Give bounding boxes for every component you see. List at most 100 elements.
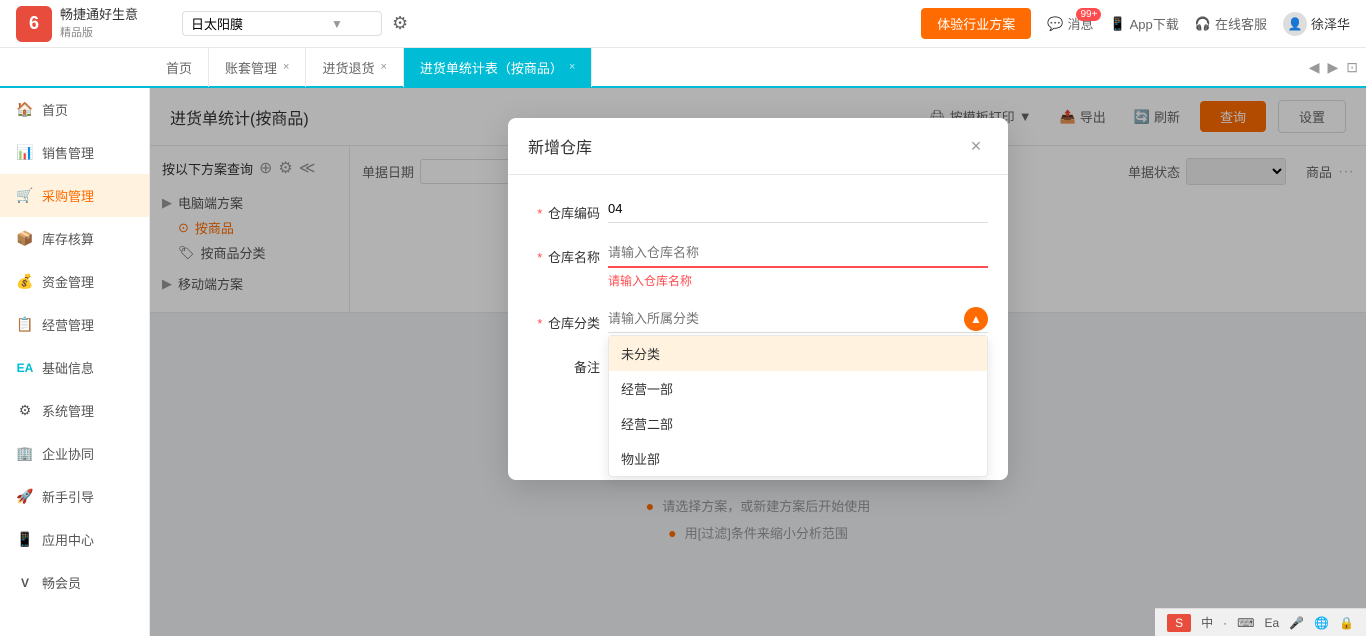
dropdown-item-dept3[interactable]: 物业部: [609, 441, 987, 476]
sidebar-item-home-label: 首页: [42, 100, 68, 119]
tab-purchase-return-close-icon[interactable]: ×: [380, 61, 386, 73]
header-actions: 体验行业方案 💬 消息 99+ 📱 App下载 🎧 在线客服 👤 徐泽华: [921, 8, 1350, 39]
sidebar-item-business[interactable]: 📋 经营管理: [0, 303, 149, 346]
logo-area: 6 畅捷通好生意 精品版: [16, 6, 166, 42]
search-box[interactable]: ▼: [182, 11, 382, 36]
modal-body: * 仓库编码 * 仓库名称: [508, 175, 1008, 413]
add-warehouse-modal: 新增仓库 × * 仓库编码: [508, 118, 1008, 480]
header-search: ▼ ⚙: [182, 11, 408, 36]
sidebar-item-home[interactable]: 🏠 首页: [0, 88, 149, 131]
message-badge: 99+: [1076, 8, 1101, 21]
settings-icon[interactable]: ⚙: [392, 13, 408, 34]
name-input[interactable]: [608, 239, 988, 268]
tab-bar: 首页 账套管理 × 进货退货 × 进货单统计表（按商品） × ◀ ▶ ⊡: [0, 48, 1366, 88]
user-avatar: 👤: [1283, 12, 1307, 36]
sidebar-item-apps-label: 应用中心: [42, 530, 94, 549]
tab-home[interactable]: 首页: [150, 47, 209, 87]
code-input[interactable]: [608, 195, 988, 223]
sidebar-item-system[interactable]: ⚙ 系统管理: [0, 389, 149, 432]
sales-icon: 📊: [16, 144, 34, 162]
tab-purchase-stats-label: 进货单统计表（按商品）: [420, 58, 563, 77]
sidebar-item-finance[interactable]: 💰 资金管理: [0, 260, 149, 303]
sidebar-item-business-label: 经营管理: [42, 315, 94, 334]
tab-expand-icon[interactable]: ⊡: [1346, 59, 1358, 76]
category-select-wrapper: ▲: [608, 305, 988, 333]
category-input[interactable]: [608, 305, 988, 333]
modal-title: 新增仓库: [528, 134, 592, 158]
tab-purchase-stats-close-icon[interactable]: ×: [569, 61, 575, 73]
search-input[interactable]: [191, 16, 331, 31]
finance-icon: 💰: [16, 273, 34, 291]
member-icon: V: [16, 574, 34, 592]
name-error-msg: 请输入仓库名称: [608, 272, 988, 289]
status-zh: 中: [1201, 614, 1213, 631]
sidebar-item-basic[interactable]: EA 基础信息: [0, 346, 149, 389]
online-service-label: 在线客服: [1215, 14, 1267, 33]
content-area: 进货单统计(按商品) 🖨 按模板打印 ▼ 📤 导出 🔄 刷新 查询 设置: [150, 88, 1366, 636]
tab-purchase-return[interactable]: 进货退货 ×: [306, 47, 403, 87]
tab-home-label: 首页: [166, 58, 192, 77]
online-service-item[interactable]: 🎧 在线客服: [1195, 14, 1267, 33]
category-dropdown: 未分类 经营一部 经营二部 物业部: [608, 335, 988, 477]
modal-close-button[interactable]: ×: [964, 134, 988, 158]
sidebar-item-member-label: 畅会员: [42, 573, 81, 592]
category-control: ▲ 未分类 经营一部 经营二部 物业部: [608, 305, 988, 333]
app-download-item[interactable]: 📱 App下载: [1109, 14, 1178, 33]
tab-accounts[interactable]: 账套管理 ×: [209, 47, 306, 87]
sidebar-item-guide[interactable]: 🚀 新手引导: [0, 475, 149, 518]
keyboard-icon[interactable]: ⌨: [1237, 616, 1254, 630]
sidebar-item-enterprise[interactable]: 🏢 企业协同: [0, 432, 149, 475]
sidebar-item-finance-label: 资金管理: [42, 272, 94, 291]
enterprise-icon: 🏢: [16, 445, 34, 463]
tab-accounts-close-icon[interactable]: ×: [283, 61, 289, 73]
required-mark-cat: *: [537, 316, 542, 331]
globe-icon[interactable]: 🌐: [1314, 616, 1329, 630]
tab-accounts-label: 账套管理: [225, 58, 277, 77]
modal-header: 新增仓库 ×: [508, 118, 1008, 175]
app-icon: 📱: [1109, 16, 1125, 32]
modal-overlay: 新增仓库 × * 仓库编码: [150, 88, 1366, 636]
user-item[interactable]: 👤 徐泽华: [1283, 12, 1350, 36]
sidebar: 🏠 首页 📊 销售管理 🛒 采购管理 📦 库存核算 💰 资金管理 📋 经营管理 …: [0, 88, 150, 636]
sidebar-item-basic-label: 基础信息: [42, 358, 94, 377]
tab-purchase-return-label: 进货退货: [322, 58, 374, 77]
mic-icon[interactable]: 🎤: [1289, 616, 1304, 630]
form-row-category: * 仓库分类 ▲ 未分类 经营一部 经: [528, 305, 988, 333]
form-row-code: * 仓库编码: [528, 195, 988, 223]
dropdown-arrow-icon[interactable]: ▼: [331, 17, 343, 31]
message-icon: 💬: [1047, 16, 1063, 32]
sidebar-item-enterprise-label: 企业协同: [42, 444, 94, 463]
category-arrow-icon[interactable]: ▲: [964, 307, 988, 331]
brand-s-logo: S: [1167, 614, 1191, 632]
message-item[interactable]: 💬 消息 99+: [1047, 14, 1093, 33]
purchase-icon: 🛒: [16, 187, 34, 205]
main-layout: 🏠 首页 📊 销售管理 🛒 采购管理 📦 库存核算 💰 资金管理 📋 经营管理 …: [0, 88, 1366, 636]
tab-purchase-stats[interactable]: 进货单统计表（按商品） ×: [404, 47, 592, 87]
user-name: 徐泽华: [1311, 14, 1350, 33]
name-control: 请输入仓库名称: [608, 239, 988, 289]
dropdown-item-dept1[interactable]: 经营一部: [609, 371, 987, 406]
code-label: * 仓库编码: [528, 195, 608, 222]
status-dot: ·: [1223, 616, 1227, 630]
sidebar-item-purchase-label: 采购管理: [42, 186, 94, 205]
sidebar-item-sales[interactable]: 📊 销售管理: [0, 131, 149, 174]
sidebar-item-purchase[interactable]: 🛒 采购管理: [0, 174, 149, 217]
sidebar-item-system-label: 系统管理: [42, 401, 94, 420]
app-download-label: App下载: [1130, 14, 1179, 33]
category-label: * 仓库分类: [528, 305, 608, 332]
sidebar-item-inventory[interactable]: 📦 库存核算: [0, 217, 149, 260]
dropdown-item-dept2[interactable]: 经营二部: [609, 406, 987, 441]
sidebar-item-member[interactable]: V 畅会员: [0, 561, 149, 604]
headset-icon: 🎧: [1195, 16, 1211, 32]
note-form-label: 备注: [528, 349, 608, 376]
sidebar-item-sales-label: 销售管理: [42, 143, 94, 162]
tab-nav-left-icon[interactable]: ◀: [1309, 59, 1320, 76]
sidebar-item-inventory-label: 库存核算: [42, 229, 94, 248]
lock-icon: 🔒: [1339, 616, 1354, 630]
tab-controls: ◀ ▶ ⊡: [1309, 59, 1366, 76]
dropdown-item-unclassified[interactable]: 未分类: [609, 336, 987, 371]
ea-label: Ea: [1264, 616, 1279, 630]
trial-button[interactable]: 体验行业方案: [921, 8, 1031, 39]
sidebar-item-apps[interactable]: 📱 应用中心: [0, 518, 149, 561]
tab-nav-right-icon[interactable]: ▶: [1327, 59, 1338, 76]
